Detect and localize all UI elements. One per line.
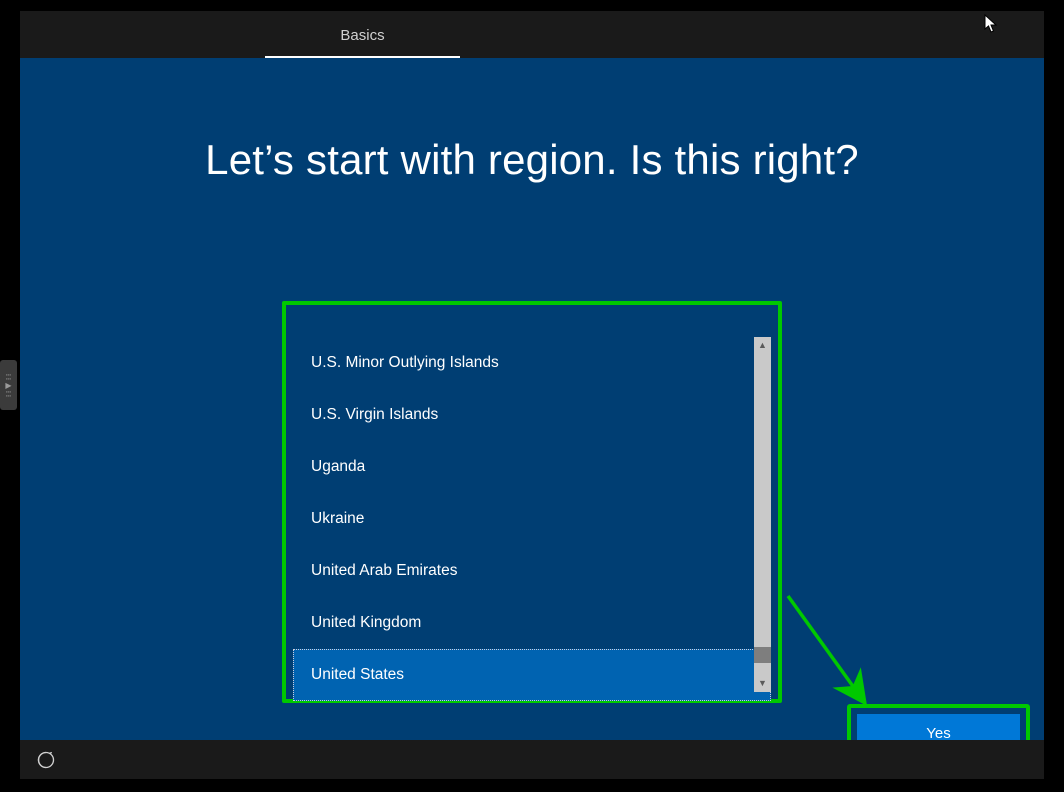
page-title: Let’s start with region. Is this right?: [20, 136, 1044, 184]
ease-of-access-icon[interactable]: [36, 750, 56, 770]
side-handle[interactable]: ┅┅ ▶ ┅┅: [0, 360, 17, 410]
region-option[interactable]: United Arab Emirates: [293, 545, 771, 597]
drag-dots-icon: ┅┅: [5, 373, 11, 381]
bottom-bar: [20, 740, 1044, 779]
region-option[interactable]: Ukraine: [293, 493, 771, 545]
region-option[interactable]: United Kingdom: [293, 597, 771, 649]
scrollbar[interactable]: ▲ ▼: [754, 337, 771, 692]
region-option[interactable]: U.S. Virgin Islands: [293, 389, 771, 441]
oobe-window: Basics Let’s start with region. Is this …: [20, 11, 1044, 779]
region-list-highlight: U.S. Minor Outlying IslandsU.S. Virgin I…: [282, 301, 782, 703]
region-option[interactable]: U.S. Minor Outlying Islands: [293, 337, 771, 389]
scroll-thumb[interactable]: [754, 647, 771, 663]
top-bar: Basics: [20, 11, 1044, 58]
main-pane: Let’s start with region. Is this right? …: [20, 58, 1044, 740]
scroll-down-button[interactable]: ▼: [754, 675, 771, 692]
drag-dots-icon: ┅┅: [5, 390, 11, 398]
region-list[interactable]: U.S. Minor Outlying IslandsU.S. Virgin I…: [293, 337, 771, 692]
region-option[interactable]: Uganda: [293, 441, 771, 493]
tab-basics[interactable]: Basics: [265, 11, 460, 58]
scroll-up-button[interactable]: ▲: [754, 337, 771, 354]
region-option[interactable]: United States: [293, 649, 771, 701]
